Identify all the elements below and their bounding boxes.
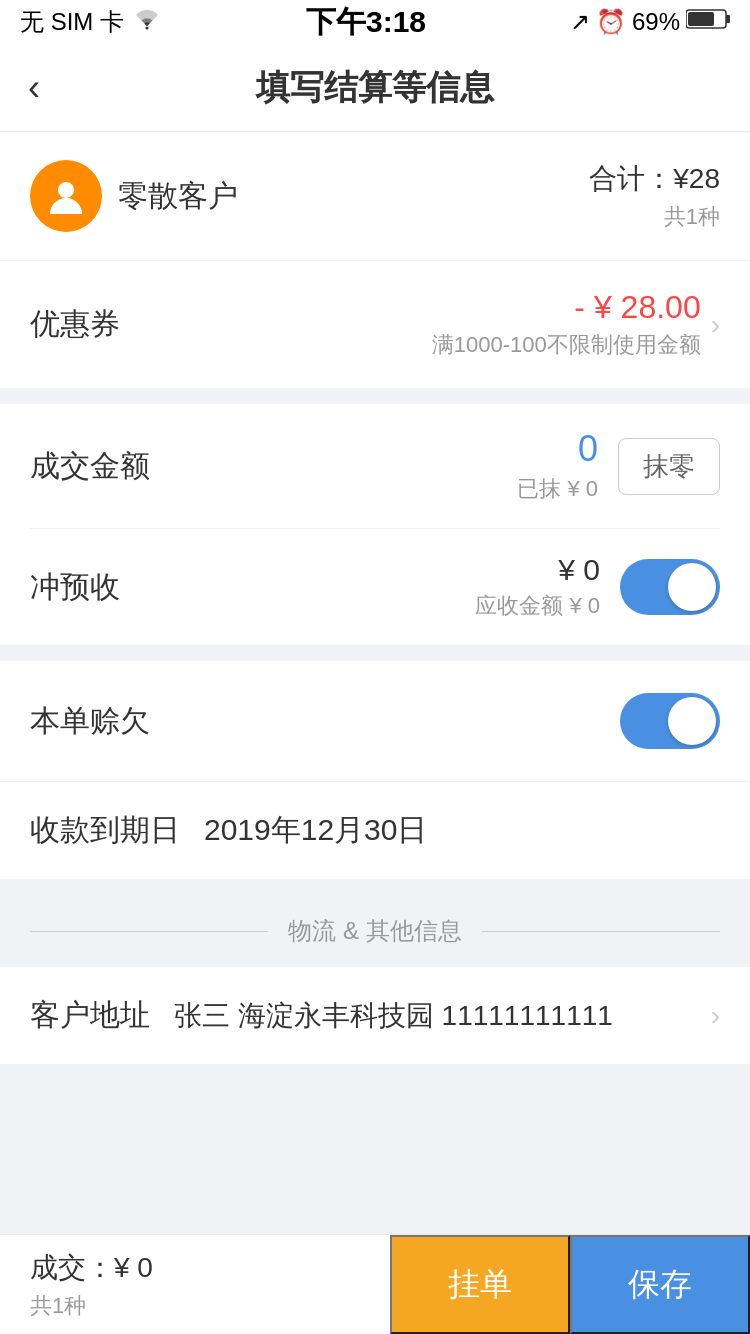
logistics-line-right [482,931,720,932]
coupon-amount: - ¥ 28.00 [432,289,701,326]
status-left: 无 SIM 卡 [20,6,162,38]
wifi-icon [132,8,162,36]
bottom-spacer [0,1080,750,1180]
coupon-right: - ¥ 28.00 满1000-100不限制使用金额 › [432,289,720,360]
bottom-deal-row: 成交：¥ 0 [30,1249,360,1287]
prereceive-toggle[interactable] [620,559,720,615]
customer-count: 共1种 [589,202,720,232]
svg-rect-3 [688,12,714,26]
debt-label: 本单赊欠 [30,701,150,742]
address-section: 客户地址 张三 海淀永丰科技园 11111111111 › [0,967,750,1064]
due-date-label: 收款到期日 [30,810,180,851]
bottom-count: 共1种 [30,1291,360,1321]
deal-amount-right: 0 已抹 ¥ 0 抹零 [517,428,720,504]
page-title: 填写结算等信息 [256,65,494,111]
prereceive-row: 冲预收 ¥ 0 应收金额 ¥ 0 [0,529,750,645]
bottom-deal-value: ¥ 0 [114,1252,153,1283]
prereceive-sub-amount: 应收金额 ¥ 0 [475,591,600,621]
logistics-header: 物流 & 其他信息 [0,895,750,967]
svg-point-4 [58,182,74,198]
svg-point-0 [146,27,149,30]
coupon-details: - ¥ 28.00 满1000-100不限制使用金额 [432,289,701,360]
debt-toggle-knob [668,697,716,745]
coupon-desc: 满1000-100不限制使用金额 [432,330,701,360]
customer-row: 零散客户 合计：¥28 共1种 [0,132,750,260]
battery-icon [686,8,730,36]
signal-text: 无 SIM 卡 [20,6,124,38]
amount-section: 成交金额 0 已抹 ¥ 0 抹零 冲预收 ¥ 0 应收金额 ¥ 0 [0,404,750,645]
coupon-row[interactable]: 优惠券 - ¥ 28.00 满1000-100不限制使用金额 › [0,260,750,388]
debt-row: 本单赊欠 [0,661,750,781]
alarm-icon: ⏰ [596,8,626,36]
deal-amount-values: 0 已抹 ¥ 0 [517,428,598,504]
due-date-value: 2019年12月30日 [204,810,427,851]
bottom-deal-label: 成交： [30,1252,114,1283]
coupon-label: 优惠券 [30,304,120,345]
debt-section: 本单赊欠 收款到期日 2019年12月30日 [0,661,750,879]
battery-text: 69% [632,8,680,36]
customer-section: 零散客户 合计：¥28 共1种 优惠券 - ¥ 28.00 满1000-100不… [0,132,750,388]
prereceive-label: 冲预收 [30,567,120,608]
customer-totals: 合计：¥28 共1种 [589,160,720,232]
deal-amount-row: 成交金额 0 已抹 ¥ 0 抹零 [0,404,750,528]
status-right: ↗ ⏰ 69% [570,8,730,36]
save-button[interactable]: 保存 [570,1235,750,1334]
due-date-row: 收款到期日 2019年12月30日 [0,781,750,879]
customer-info: 零散客户 [30,160,238,232]
address-row[interactable]: 客户地址 张三 海淀永丰科技园 11111111111 › [0,967,750,1064]
address-label: 客户地址 [30,995,150,1036]
pending-button[interactable]: 挂单 [390,1235,570,1334]
round-zero-button[interactable]: 抹零 [618,438,720,495]
nav-bar: ‹ 填写结算等信息 [0,44,750,132]
customer-avatar [30,160,102,232]
deal-amount-value: 0 [517,428,598,470]
prereceive-amounts: ¥ 0 应收金额 ¥ 0 [475,553,600,621]
bottom-bar: 成交：¥ 0 共1种 挂单 保存 [0,1234,750,1334]
svg-rect-2 [726,15,730,23]
debt-toggle[interactable] [620,693,720,749]
address-chevron-icon: › [711,1000,720,1032]
prereceive-right: ¥ 0 应收金额 ¥ 0 [475,553,720,621]
toggle-knob [668,563,716,611]
back-button[interactable]: ‹ [28,67,40,109]
logistics-text: 物流 & 其他信息 [268,915,481,947]
customer-total: 合计：¥28 [589,160,720,198]
address-value: 张三 海淀永丰科技园 11111111111 [174,997,711,1035]
location-icon: ↗ [570,8,590,36]
chevron-right-icon: › [711,309,720,341]
bottom-summary: 成交：¥ 0 共1种 [0,1235,390,1334]
logistics-line-left [30,931,268,932]
deal-amount-label: 成交金额 [30,446,150,487]
deal-amount-sub: 已抹 ¥ 0 [517,474,598,504]
customer-name: 零散客户 [118,176,238,217]
status-time: 下午3:18 [306,2,426,43]
prereceive-main-amount: ¥ 0 [475,553,600,587]
status-bar: 无 SIM 卡 下午3:18 ↗ ⏰ 69% [0,0,750,44]
